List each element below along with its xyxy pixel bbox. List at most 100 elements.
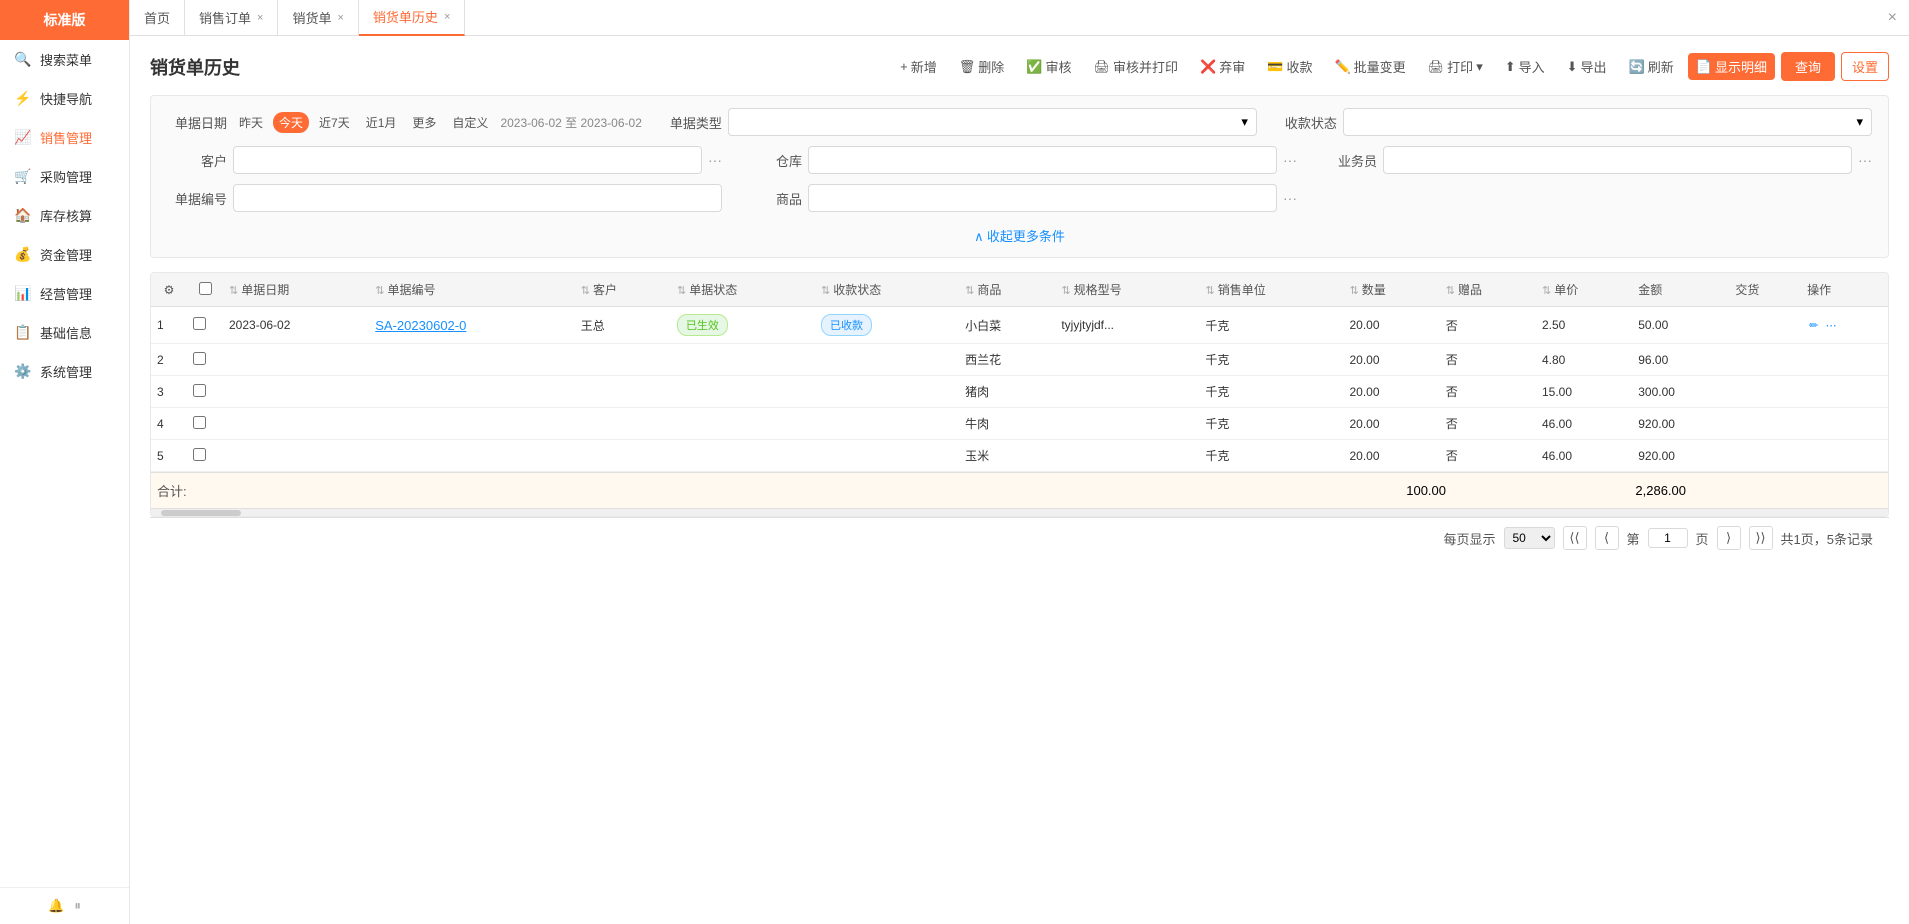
export-icon: ⬇: [1567, 59, 1578, 75]
th-gift[interactable]: 赠品: [1440, 273, 1536, 307]
row-checkbox-cell[interactable]: [187, 408, 223, 440]
goods-ellipsis[interactable]: ···: [1283, 190, 1297, 206]
per-page-select[interactable]: 50 100 200: [1504, 527, 1555, 549]
new-label: 新增: [911, 57, 937, 76]
pause-icon[interactable]: ⏸: [74, 898, 81, 914]
shortcut-more[interactable]: 更多: [406, 112, 442, 133]
settings-button[interactable]: 设置: [1841, 52, 1889, 81]
page-number-input[interactable]: [1648, 528, 1688, 548]
row-checkbox-cell[interactable]: [187, 440, 223, 472]
edit-action-button[interactable]: ✏: [1807, 320, 1820, 332]
doc-no-link[interactable]: SA-20230602-0: [375, 318, 466, 333]
th-customer[interactable]: 客户: [575, 273, 671, 307]
sidebar-item-purchase-mgmt[interactable]: 🛒 采购管理: [0, 157, 129, 196]
sidebar-item-basic-info[interactable]: 📋 基础信息: [0, 313, 129, 352]
tab-sales-order[interactable]: 销售订单 ×: [185, 0, 278, 36]
export-button[interactable]: ⬇ 导出: [1559, 53, 1615, 80]
customer-input[interactable]: [233, 146, 702, 174]
show-detail-button[interactable]: 📄 显示明细: [1688, 53, 1775, 80]
new-button[interactable]: + 新增: [892, 53, 945, 80]
row-doc-status: 已生效: [671, 307, 815, 344]
sidebar-item-sales-mgmt[interactable]: 📈 销售管理: [0, 118, 129, 157]
footer-total-amount: 2,286.00: [1586, 483, 1686, 498]
row-checkbox[interactable]: [193, 448, 206, 461]
th-doc-no[interactable]: 单据编号: [369, 273, 574, 307]
sidebar-item-fund-mgmt[interactable]: 💰 资金管理: [0, 235, 129, 274]
warehouse-input[interactable]: [808, 146, 1277, 174]
row-checkbox-cell[interactable]: [187, 307, 223, 344]
sidebar-item-search-menu[interactable]: 🔍 搜索菜单: [0, 40, 129, 79]
row-payment-status: [815, 376, 959, 408]
salesperson-ellipsis[interactable]: ···: [1858, 152, 1872, 168]
sidebar-item-inventory[interactable]: 🏠 库存核算: [0, 196, 129, 235]
audit-print-button[interactable]: 🖨 审核并打印: [1086, 53, 1187, 80]
notification-icon[interactable]: 🔔: [48, 898, 64, 914]
sidebar-item-quick-nav[interactable]: ⚡ 快捷导航: [0, 79, 129, 118]
tab-close-icon[interactable]: ×: [444, 11, 450, 23]
th-unit[interactable]: 销售单位: [1199, 273, 1343, 307]
batch-change-button[interactable]: ✏️ 批量变更: [1326, 53, 1413, 80]
tab-sales-goods[interactable]: 销货单 ×: [278, 0, 358, 36]
last-page-button[interactable]: ⟩⟩: [1749, 526, 1773, 550]
tab-close-icon[interactable]: ×: [257, 12, 263, 24]
row-checkbox-cell[interactable]: [187, 344, 223, 376]
import-button[interactable]: ⬆ 导入: [1497, 53, 1553, 80]
tab-home[interactable]: 首页: [130, 0, 185, 36]
close-all-tabs-button[interactable]: ×: [1876, 9, 1909, 27]
payment-status-select[interactable]: ▾: [1343, 108, 1872, 136]
shortcut-custom[interactable]: 自定义: [446, 112, 494, 133]
salesperson-input[interactable]: [1383, 146, 1852, 174]
th-goods[interactable]: 商品: [959, 273, 1055, 307]
th-spec[interactable]: 规格型号: [1055, 273, 1199, 307]
row-doc-no: [369, 376, 574, 408]
row-checkbox-cell[interactable]: [187, 376, 223, 408]
warehouse-ellipsis[interactable]: ···: [1283, 152, 1297, 168]
next-page-button[interactable]: ⟩: [1717, 526, 1741, 550]
select-all-checkbox[interactable]: [199, 282, 212, 295]
th-payment-status[interactable]: 收款状态: [815, 273, 959, 307]
th-settings[interactable]: ⚙: [151, 273, 187, 307]
sidebar-item-system-mgmt[interactable]: ⚙️ 系统管理: [0, 352, 129, 391]
tab-sales-history[interactable]: 销货单历史 ×: [359, 0, 465, 36]
print-button[interactable]: 🖨 打印 ▾: [1420, 53, 1491, 80]
receive-button[interactable]: 💳 收款: [1259, 53, 1320, 80]
doc-type-select[interactable]: ▾: [728, 108, 1257, 136]
discard-button[interactable]: ❌ 弃审: [1192, 53, 1253, 80]
shortcut-today[interactable]: 今天: [273, 112, 309, 133]
receive-icon: 💳: [1267, 59, 1283, 75]
row-checkbox[interactable]: [193, 352, 206, 365]
refresh-button[interactable]: 🔄 刷新: [1621, 53, 1682, 80]
customer-ellipsis[interactable]: ···: [708, 152, 722, 168]
prev-page-button[interactable]: ⟨: [1595, 526, 1619, 550]
goods-input[interactable]: [808, 184, 1277, 212]
delete-button[interactable]: 🗑 删除: [951, 53, 1013, 80]
th-qty[interactable]: 数量: [1344, 273, 1440, 307]
row-qty: 20.00: [1344, 440, 1440, 472]
audit-button[interactable]: ✅ 审核: [1018, 53, 1079, 80]
first-page-button[interactable]: ⟨⟨: [1563, 526, 1587, 550]
more-action-button[interactable]: ⋯: [1824, 320, 1839, 332]
th-checkbox[interactable]: [187, 273, 223, 307]
filter-collapse[interactable]: ∧ 收起更多条件: [167, 222, 1872, 245]
doc-no-input[interactable]: [233, 184, 722, 212]
shortcut-7days[interactable]: 近7天: [313, 112, 356, 133]
row-checkbox[interactable]: [193, 384, 206, 397]
shortcut-yesterday[interactable]: 昨天: [233, 112, 269, 133]
th-doc-date[interactable]: 单据日期: [223, 273, 369, 307]
row-checkbox[interactable]: [193, 416, 206, 429]
main-content: 首页 销售订单 × 销货单 × 销货单历史 × × 销货单历史 + 新增: [130, 0, 1909, 924]
table-scroll-bar[interactable]: [151, 508, 1888, 516]
th-doc-status[interactable]: 单据状态: [671, 273, 815, 307]
th-price[interactable]: 单价: [1536, 273, 1632, 307]
operation-mgmt-icon: 📊: [14, 285, 32, 303]
row-goods: 牛肉: [959, 408, 1055, 440]
tab-bar: 首页 销售订单 × 销货单 × 销货单历史 × ×: [130, 0, 1909, 36]
scroll-thumb[interactable]: [161, 510, 241, 516]
query-button[interactable]: 查询: [1781, 52, 1835, 81]
shortcut-1month[interactable]: 近1月: [360, 112, 403, 133]
row-checkbox[interactable]: [193, 317, 206, 330]
row-doc-status: [671, 344, 815, 376]
payment-status-dropdown-icon: ▾: [1856, 114, 1863, 130]
tab-close-icon[interactable]: ×: [337, 12, 343, 24]
sidebar-item-operation-mgmt[interactable]: 📊 经营管理: [0, 274, 129, 313]
